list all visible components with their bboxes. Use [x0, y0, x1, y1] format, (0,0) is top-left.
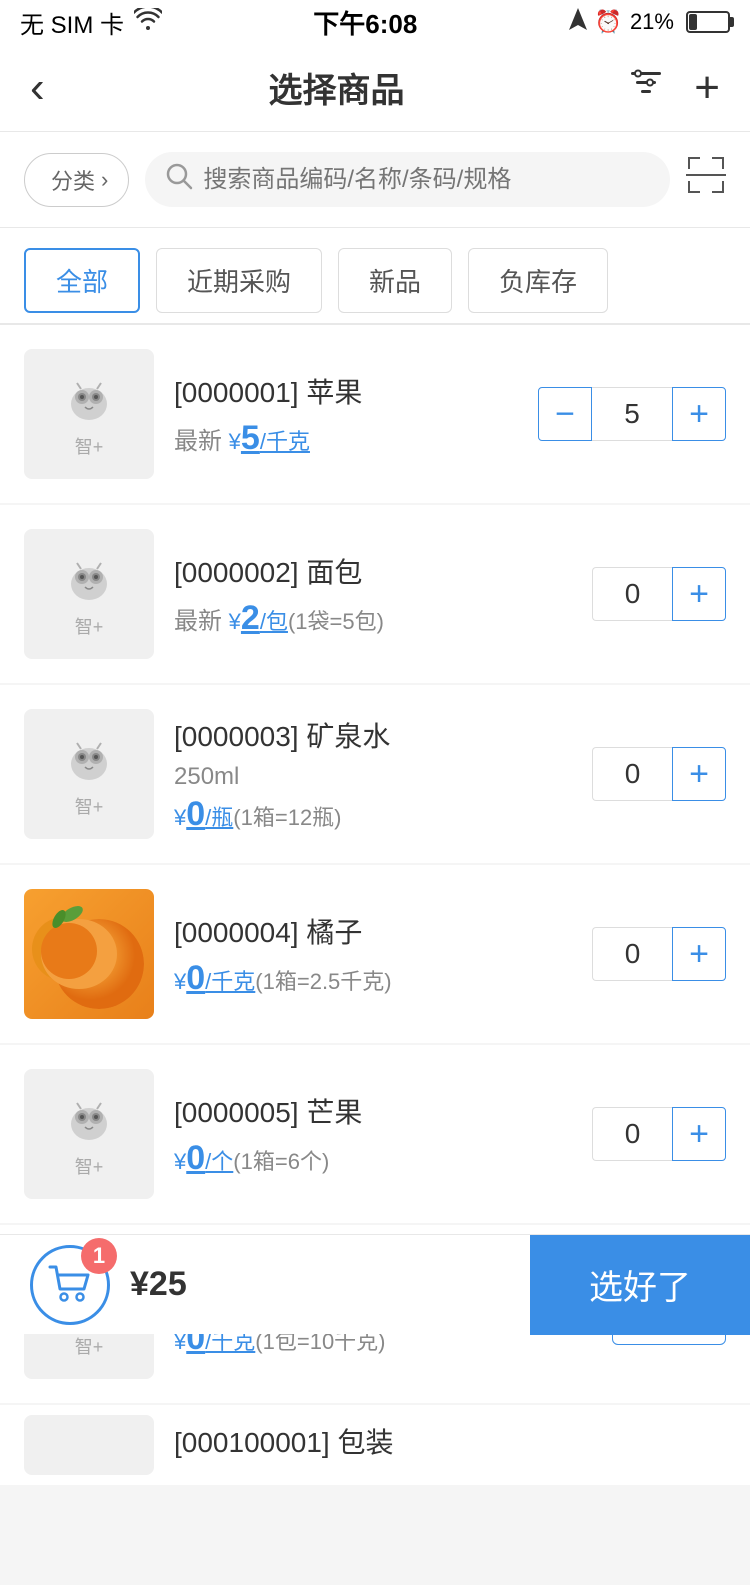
- product-info-0000002: [0000002] 面包 最新 ¥2/包(1袋=5包): [174, 551, 572, 638]
- list-item: 智+ [0000003] 矿泉水 250ml ¥0/瓶(1箱=12瓶) +: [0, 685, 750, 863]
- product-price-0000005: ¥0/个(1箱=6个): [174, 1139, 572, 1178]
- qty-control-0000004: +: [592, 927, 726, 981]
- list-item: 智+ [0000001] 苹果 最新 ¥5/千克 − +: [0, 325, 750, 503]
- cart-badge: 1: [81, 1238, 117, 1274]
- back-button[interactable]: ‹: [30, 63, 45, 113]
- tab-all[interactable]: 全部: [24, 248, 140, 313]
- product-name-0000005: [0000005] 芒果: [174, 1091, 572, 1131]
- status-bar: 无 SIM 卡 下午6:08 ⏰ 21%: [0, 0, 750, 44]
- search-icon: [165, 162, 193, 197]
- filter-bar: 分类 ›: [0, 132, 750, 228]
- filter-icon[interactable]: [628, 65, 664, 110]
- qty-input-0000001[interactable]: [592, 387, 672, 441]
- tab-new[interactable]: 新品: [338, 248, 452, 313]
- product-spec-0000003: 250ml: [174, 763, 572, 791]
- cart-svg: [48, 1265, 92, 1305]
- list-item: [0000004] 橘子 ¥0/千克(1箱=2.5千克) +: [0, 865, 750, 1043]
- qty-plus-0000004[interactable]: +: [672, 927, 726, 981]
- search-box: [145, 152, 670, 207]
- product-image-partial: [24, 1415, 154, 1475]
- product-image-0000002: 智+: [24, 529, 154, 659]
- qty-plus-0000005[interactable]: +: [672, 1107, 726, 1161]
- qty-control-0000005: +: [592, 1107, 726, 1161]
- product-image-0000004: [24, 889, 154, 1019]
- carrier-label: 无 SIM 卡: [20, 5, 124, 40]
- status-left: 无 SIM 卡: [20, 5, 162, 40]
- qty-control-0000002: +: [592, 567, 726, 621]
- qty-input-0000005[interactable]: [592, 1107, 672, 1161]
- product-image-0000005: 智+: [24, 1069, 154, 1199]
- category-button[interactable]: 分类 ›: [24, 153, 129, 207]
- qty-input-0000004[interactable]: [592, 927, 672, 981]
- battery-icon: [686, 11, 730, 33]
- qty-control-0000003: +: [592, 747, 726, 801]
- product-info-partial: [000100001] 包装: [174, 1421, 726, 1469]
- nav-bar: ‹ 选择商品 +: [0, 44, 750, 132]
- add-icon[interactable]: +: [694, 63, 720, 113]
- product-name-0000001: [0000001] 苹果: [174, 371, 518, 411]
- list-item: 智+ [0000005] 芒果 ¥0/个(1箱=6个) +: [0, 1045, 750, 1223]
- qty-plus-0000002[interactable]: +: [672, 567, 726, 621]
- cart-icon[interactable]: 1: [30, 1245, 110, 1325]
- product-price-0000003: ¥0/瓶(1箱=12瓶): [174, 795, 572, 834]
- orange-illustration: [24, 889, 154, 1019]
- battery-percent: 21%: [630, 9, 674, 35]
- product-price-0000002: 最新 ¥2/包(1袋=5包): [174, 599, 572, 638]
- wifi-icon: [134, 8, 162, 37]
- tab-recent[interactable]: 近期采购: [156, 248, 322, 313]
- status-time: 下午6:08: [313, 4, 417, 41]
- qty-minus-0000001[interactable]: −: [538, 387, 592, 441]
- category-arrow-icon: ›: [101, 167, 108, 193]
- nav-actions: +: [628, 63, 720, 113]
- product-image-0000003: 智+: [24, 709, 154, 839]
- search-input[interactable]: [203, 166, 650, 194]
- product-info-0000001: [0000001] 苹果 最新 ¥5/千克: [174, 371, 518, 458]
- product-name-partial: [000100001] 包装: [174, 1421, 726, 1461]
- qty-plus-0000001[interactable]: +: [672, 387, 726, 441]
- qty-input-0000002[interactable]: [592, 567, 672, 621]
- cart-total: ¥25: [130, 1265, 187, 1304]
- product-price-0000001: 最新 ¥5/千克: [174, 419, 518, 458]
- scan-icon[interactable]: [686, 155, 726, 204]
- status-right: ⏰ 21%: [569, 8, 730, 36]
- product-name-0000002: [0000002] 面包: [174, 551, 572, 591]
- category-label: 分类: [51, 164, 95, 196]
- alarm-icon: ⏰: [595, 9, 622, 35]
- page-title: 选择商品: [268, 63, 404, 112]
- product-image-0000001: 智+: [24, 349, 154, 479]
- product-name-0000004: [0000004] 橘子: [174, 911, 572, 951]
- bottom-bar: 1 ¥25 选好了: [0, 1234, 750, 1334]
- product-info-0000005: [0000005] 芒果 ¥0/个(1箱=6个): [174, 1091, 572, 1178]
- tab-bar: 全部 近期采购 新品 负库存: [0, 228, 750, 325]
- qty-plus-0000003[interactable]: +: [672, 747, 726, 801]
- product-list: 智+ [0000001] 苹果 最新 ¥5/千克 − +: [0, 325, 750, 1585]
- list-item-partial: [000100001] 包装: [0, 1405, 750, 1485]
- product-info-0000003: [0000003] 矿泉水 250ml ¥0/瓶(1箱=12瓶): [174, 715, 572, 834]
- qty-input-0000003[interactable]: [592, 747, 672, 801]
- cart-area: 1 ¥25: [0, 1245, 530, 1325]
- product-name-0000003: [0000003] 矿泉水: [174, 715, 572, 755]
- list-item: 智+ [0000002] 面包 最新 ¥2/包(1袋=5包) +: [0, 505, 750, 683]
- qty-control-0000001: − +: [538, 387, 726, 441]
- location-icon: [569, 8, 587, 36]
- product-info-0000004: [0000004] 橘子 ¥0/千克(1箱=2.5千克): [174, 911, 572, 998]
- product-price-0000004: ¥0/千克(1箱=2.5千克): [174, 959, 572, 998]
- tab-negative[interactable]: 负库存: [468, 248, 608, 313]
- confirm-button[interactable]: 选好了: [530, 1235, 750, 1335]
